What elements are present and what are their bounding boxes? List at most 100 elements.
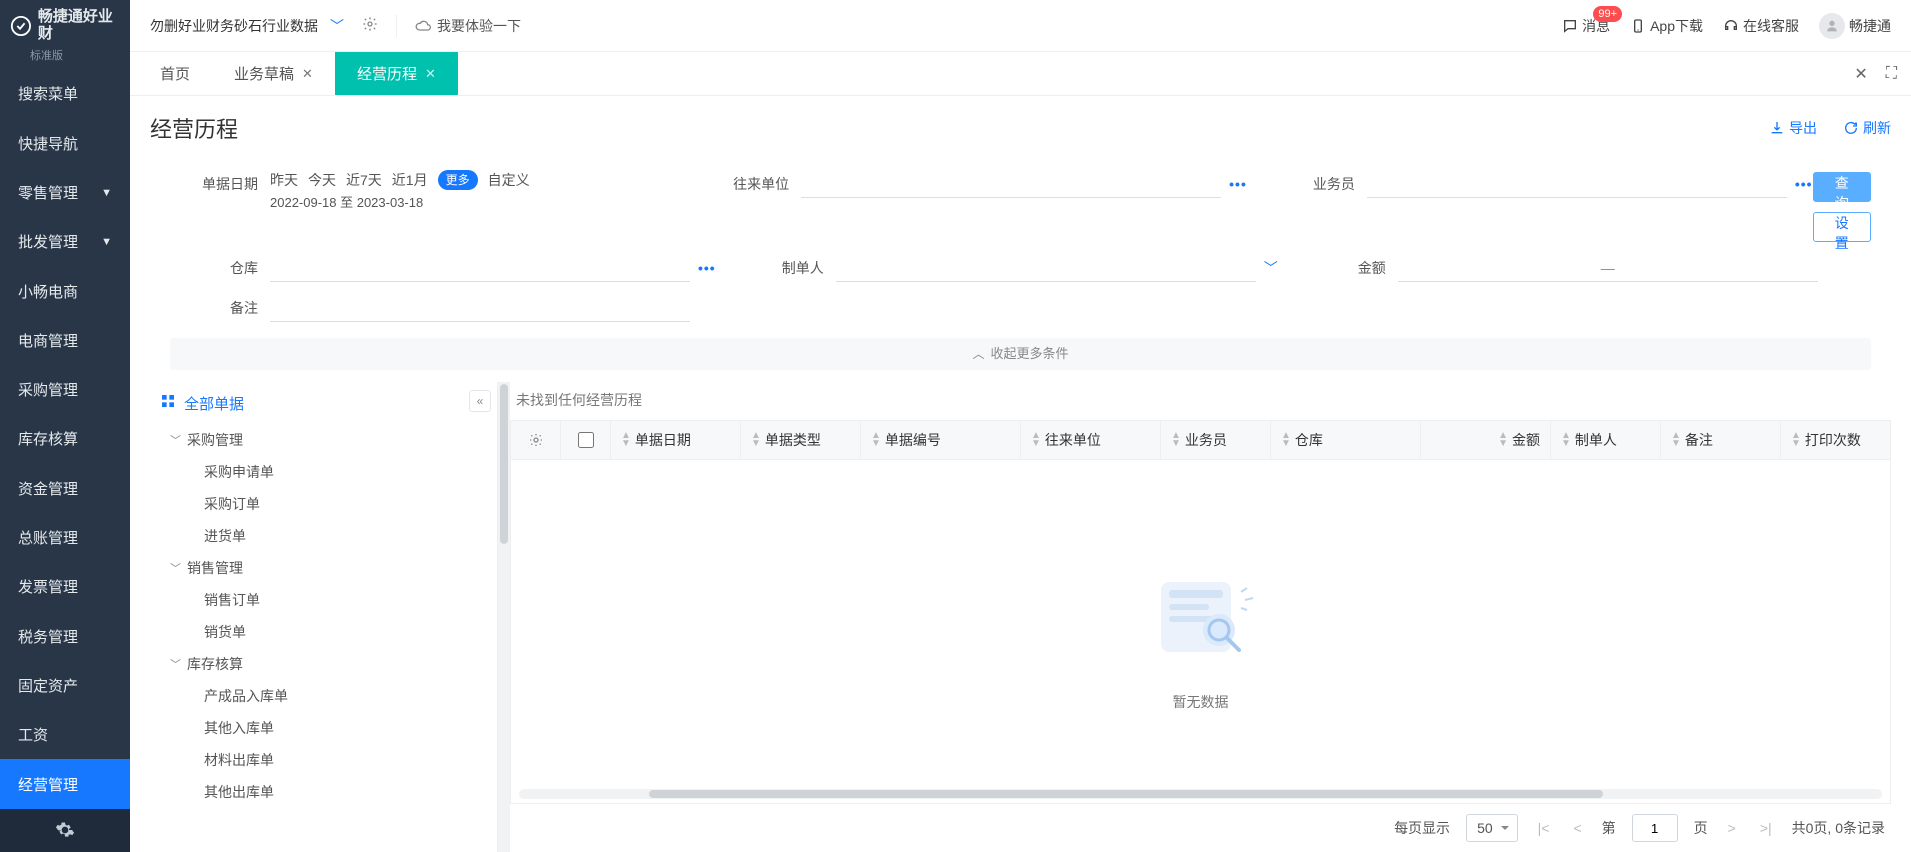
col-header-partner[interactable]: ▲▼往来单位	[1021, 421, 1161, 459]
page-input[interactable]	[1632, 814, 1678, 842]
refresh-button[interactable]: 刷新	[1843, 118, 1891, 138]
try-experience-link[interactable]: 我要体验一下	[415, 16, 521, 36]
collapse-left-panel-button[interactable]: «	[469, 390, 491, 412]
col-header-code[interactable]: ▲▼单据编号	[861, 421, 1021, 459]
sort-icon: ▲▼	[621, 432, 631, 448]
app-download-button[interactable]: App下载	[1630, 16, 1703, 36]
col-header-maker[interactable]: ▲▼制单人	[1551, 421, 1661, 459]
sidebar-item-search[interactable]: 搜索菜单	[0, 69, 130, 118]
messages-button[interactable]: 消息 99+	[1562, 16, 1610, 36]
col-header-date[interactable]: ▲▼单据日期	[611, 421, 741, 459]
partner-input[interactable]	[801, 170, 1221, 198]
sidebar-item-fixedasset[interactable]: 固定资产	[0, 661, 130, 710]
sidebar-item-quicknav[interactable]: 快捷导航	[0, 119, 130, 168]
sidebar-item-retail[interactable]: 零售管理▼	[0, 168, 130, 217]
col-header-warehouse[interactable]: ▲▼仓库	[1271, 421, 1421, 459]
per-page-select[interactable]: 50	[1466, 814, 1518, 842]
fullscreen-button[interactable]: ⛶	[1886, 65, 1897, 83]
sidebar-item-inventory[interactable]: 库存核算	[0, 414, 130, 463]
date-opt-1month[interactable]: 近1月	[392, 170, 428, 190]
scrollbar-thumb[interactable]	[500, 384, 508, 544]
close-all-tabs-button[interactable]: ✕	[1854, 64, 1867, 84]
sidebar-item-purchase[interactable]: 采购管理	[0, 365, 130, 414]
date-opt-today[interactable]: 今天	[308, 170, 336, 190]
col-header-type[interactable]: ▲▼单据类型	[741, 421, 861, 459]
col-header-amount[interactable]: ▲▼金额	[1421, 421, 1551, 459]
maker-input[interactable]	[836, 254, 1256, 282]
close-icon[interactable]: ✕	[302, 66, 313, 82]
next-page-button[interactable]: >	[1724, 820, 1740, 836]
remark-input[interactable]	[270, 294, 690, 322]
horizontal-scrollbar[interactable]	[519, 789, 1882, 799]
date-opt-yesterday[interactable]: 昨天	[270, 170, 298, 190]
tree-item[interactable]: 采购申请单	[150, 456, 497, 488]
tree-item[interactable]: 材料出库单	[150, 744, 497, 776]
tree-item[interactable]: 产成品入库单	[150, 680, 497, 712]
filter-maker-label: 制单人	[716, 254, 824, 278]
tab-journal[interactable]: 经营历程✕	[335, 52, 458, 95]
sidebar-item-xiaochang[interactable]: 小畅电商	[0, 266, 130, 315]
col-header-remark[interactable]: ▲▼备注	[1661, 421, 1781, 459]
sidebar-item-tax[interactable]: 税务管理	[0, 612, 130, 661]
doc-category-header[interactable]: 全部单据	[150, 382, 497, 424]
col-header-print[interactable]: ▲▼打印次数	[1781, 421, 1891, 459]
amount-range-sep[interactable]: —	[1398, 254, 1818, 282]
col-header-clerk[interactable]: ▲▼业务员	[1161, 421, 1271, 459]
date-range-value: 2022-09-18 至 2023-03-18	[270, 192, 530, 211]
clerk-picker-button[interactable]: •••	[1795, 176, 1813, 192]
filter-settings-button[interactable]: 设置	[1813, 212, 1871, 242]
warehouse-input[interactable]	[270, 254, 690, 282]
tree-item[interactable]: 采购订单	[150, 488, 497, 520]
tree-item[interactable]: 进货单	[150, 520, 497, 552]
tree-item[interactable]: 销货单	[150, 616, 497, 648]
sidebar-settings-button[interactable]	[0, 809, 130, 852]
collapse-filters-button[interactable]: ︿收起更多条件	[170, 338, 1871, 370]
online-service-button[interactable]: 在线客服	[1723, 16, 1799, 36]
sidebar-item-ecommerce[interactable]: 电商管理	[0, 316, 130, 365]
sidebar-item-invoice[interactable]: 发票管理	[0, 562, 130, 611]
first-page-button[interactable]: |<	[1534, 820, 1554, 836]
date-more-pill[interactable]: 更多	[438, 170, 478, 190]
sidebar-item-ledger[interactable]: 总账管理	[0, 513, 130, 562]
tab-draft[interactable]: 业务草稿✕	[212, 52, 335, 95]
scrollbar-thumb[interactable]	[649, 790, 1603, 798]
org-name: 勿删好业财务砂石行业数据	[150, 16, 318, 36]
sidebar-item-operation[interactable]: 经营管理	[0, 759, 130, 808]
select-all-checkbox[interactable]	[578, 432, 594, 448]
sidebar-item-wholesale[interactable]: 批发管理▼	[0, 217, 130, 266]
left-panel-scrollbar[interactable]	[498, 382, 510, 852]
close-icon[interactable]: ✕	[425, 66, 436, 82]
tree-group-purchase[interactable]: ﹀采购管理	[150, 424, 497, 456]
avatar-icon	[1819, 13, 1845, 39]
org-settings-button[interactable]	[362, 16, 378, 35]
sidebar-item-salary[interactable]: 工资	[0, 710, 130, 759]
sort-icon: ▲▼	[1791, 432, 1801, 448]
tree-group-sales[interactable]: ﹀销售管理	[150, 552, 497, 584]
no-journal-message: 未找到任何经营历程	[510, 382, 1891, 420]
column-settings-button[interactable]	[511, 421, 561, 459]
tab-bar: 首页 业务草稿✕ 经营历程✕ ✕ ⛶	[130, 52, 1911, 96]
divider	[396, 15, 397, 37]
partner-picker-button[interactable]: •••	[1229, 176, 1247, 192]
sidebar-item-fund[interactable]: 资金管理	[0, 464, 130, 513]
last-page-button[interactable]: >|	[1756, 820, 1776, 836]
filter-remark-label: 备注	[150, 294, 258, 318]
tree-group-inventory[interactable]: ﹀库存核算	[150, 648, 497, 680]
query-button[interactable]: 查询	[1813, 172, 1871, 202]
org-selector[interactable]: 勿删好业财务砂石行业数据 ﹀	[150, 16, 344, 36]
tab-home[interactable]: 首页	[138, 52, 212, 95]
warehouse-picker-button[interactable]: •••	[698, 260, 716, 276]
tree-item[interactable]: 销售订单	[150, 584, 497, 616]
maker-dropdown-button[interactable]: ﹀	[1264, 258, 1278, 278]
prev-page-button[interactable]: <	[1569, 820, 1585, 836]
headset-icon	[1723, 18, 1739, 34]
date-opt-7days[interactable]: 近7天	[346, 170, 382, 190]
export-button[interactable]: 导出	[1769, 118, 1817, 138]
clerk-input[interactable]	[1367, 170, 1787, 198]
online-service-label: 在线客服	[1743, 16, 1799, 36]
tree-item[interactable]: 其他入库单	[150, 712, 497, 744]
tree-item[interactable]: 其他出库单	[150, 776, 497, 808]
date-opt-custom[interactable]: 自定义	[488, 170, 530, 190]
content: 经营历程 导出 刷新 单据日期 昨天 今天	[130, 96, 1911, 852]
user-menu[interactable]: 畅捷通	[1819, 13, 1891, 39]
